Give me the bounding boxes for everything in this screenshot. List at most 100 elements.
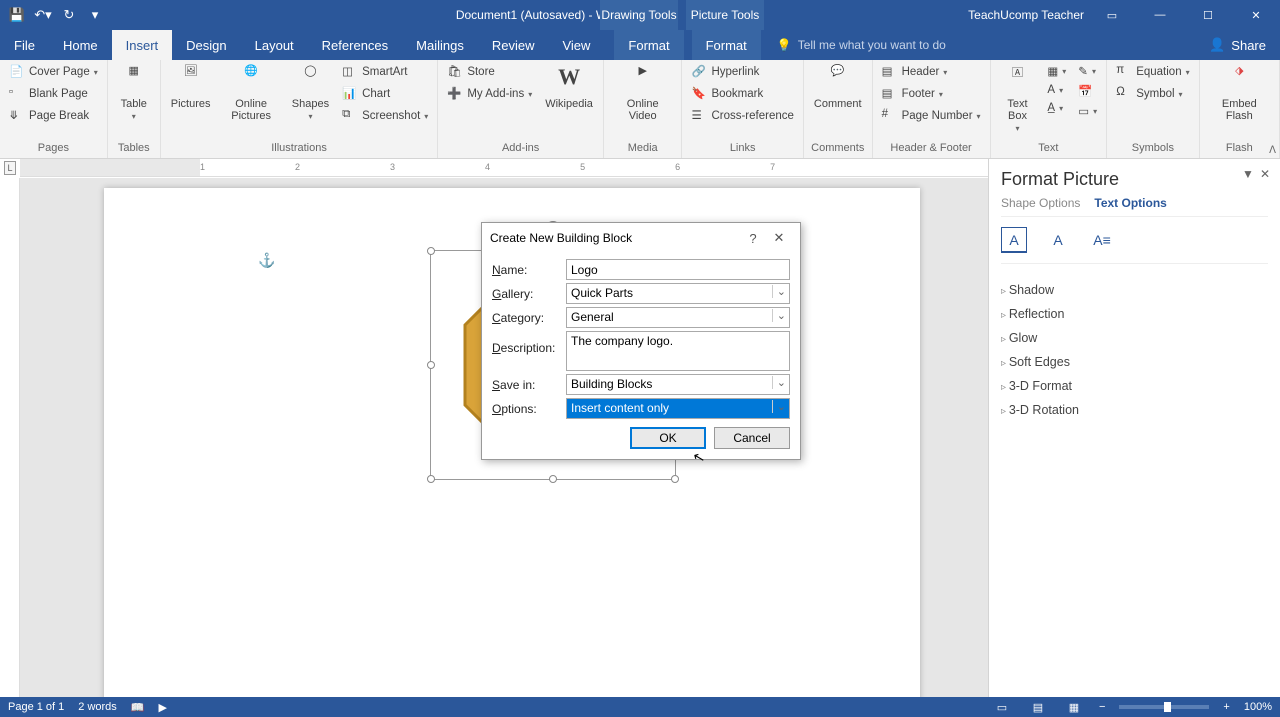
section-soft-edges[interactable]: Soft Edges: [1001, 350, 1268, 374]
shapes-button[interactable]: ◯Shapes: [288, 62, 333, 123]
group-addins-label: Add-ins: [444, 142, 597, 156]
category-label: Category:: [492, 311, 566, 325]
zoom-level[interactable]: 100%: [1244, 701, 1272, 713]
word-count[interactable]: 2 words: [78, 701, 117, 713]
smartart-button[interactable]: ◫SmartArt: [339, 62, 431, 82]
textbox-props-icon[interactable]: A≡: [1089, 227, 1115, 253]
close-icon[interactable]: ✕: [1236, 0, 1276, 30]
cancel-button[interactable]: Cancel: [714, 427, 790, 449]
tab-picture-format[interactable]: Format: [692, 30, 761, 60]
spellcheck-icon[interactable]: 📖: [131, 701, 145, 714]
tab-view[interactable]: View: [548, 30, 604, 60]
dialog-titlebar[interactable]: Create New Building Block ? ✕: [482, 223, 800, 253]
signature-icon[interactable]: ✎: [1075, 62, 1100, 80]
dropcap-icon[interactable]: A̲: [1044, 100, 1069, 116]
maximize-icon[interactable]: ☐: [1188, 0, 1228, 30]
resize-handle[interactable]: [427, 247, 435, 255]
shape-options-tab[interactable]: Shape Options: [1001, 196, 1080, 210]
page-number-button[interactable]: #Page Number: [879, 106, 984, 126]
object-icon[interactable]: ▭: [1075, 102, 1100, 120]
screenshot-button[interactable]: ⧉Screenshot: [339, 106, 431, 126]
horizontal-ruler[interactable]: 1 2 3 4 5 6 7: [20, 159, 988, 177]
pane-dropdown-icon[interactable]: ▼: [1242, 167, 1254, 181]
store-button[interactable]: 🛍Store: [444, 62, 535, 82]
tab-layout[interactable]: Layout: [241, 30, 308, 60]
resize-handle[interactable]: [427, 361, 435, 369]
chart-button[interactable]: 📊Chart: [339, 84, 431, 104]
quickparts-icon[interactable]: ▦: [1044, 62, 1069, 80]
embed-flash-button[interactable]: ⬗Embed Flash: [1206, 62, 1273, 124]
options-select[interactable]: Insert content only: [566, 398, 790, 419]
save-icon[interactable]: 💾: [4, 1, 30, 29]
tab-mailings[interactable]: Mailings: [402, 30, 478, 60]
redo-icon[interactable]: ↻: [56, 1, 82, 29]
page-indicator[interactable]: Page 1 of 1: [8, 701, 64, 713]
section-3d-format[interactable]: 3-D Format: [1001, 374, 1268, 398]
zoom-slider[interactable]: [1119, 705, 1209, 709]
table-button[interactable]: ▦Table: [114, 62, 154, 123]
description-input[interactable]: The company logo.: [566, 331, 790, 371]
cross-reference-button[interactable]: ☰Cross-reference: [688, 106, 796, 126]
undo-icon[interactable]: ↶▾: [30, 1, 56, 29]
header-button[interactable]: ▤Header: [879, 62, 951, 82]
hyperlink-button[interactable]: 🔗Hyperlink: [688, 62, 762, 82]
dialog-close-icon[interactable]: ✕: [766, 230, 792, 246]
minimize-icon[interactable]: —: [1140, 0, 1180, 30]
pane-close-icon[interactable]: ✕: [1260, 167, 1270, 181]
tab-insert[interactable]: Insert: [112, 30, 173, 60]
text-fill-icon[interactable]: A: [1001, 227, 1027, 253]
wordart-icon[interactable]: A: [1044, 82, 1069, 98]
text-options-tab[interactable]: Text Options: [1094, 196, 1166, 210]
read-mode-icon[interactable]: ▭: [991, 701, 1013, 714]
equation-button[interactable]: πEquation: [1113, 62, 1192, 82]
macro-icon[interactable]: ▶: [159, 701, 167, 714]
datetime-icon[interactable]: 📅: [1075, 82, 1100, 100]
blank-page-button[interactable]: ▫Blank Page: [6, 84, 91, 104]
tab-design[interactable]: Design: [172, 30, 240, 60]
gallery-select[interactable]: Quick Parts: [566, 283, 790, 304]
my-addins-button[interactable]: ➕My Add-ins: [444, 84, 535, 104]
print-layout-icon[interactable]: ▤: [1027, 701, 1049, 714]
share-button[interactable]: 👤Share: [1195, 30, 1280, 60]
tab-file[interactable]: File: [0, 30, 49, 60]
page-break-button[interactable]: ⤋Page Break: [6, 106, 92, 126]
ribbon-display-icon[interactable]: ▭: [1092, 0, 1132, 30]
text-effects-icon[interactable]: A: [1045, 227, 1071, 253]
footer-button[interactable]: ▤Footer: [879, 84, 946, 104]
ok-button[interactable]: OK: [630, 427, 706, 449]
resize-handle[interactable]: [427, 475, 435, 483]
section-glow[interactable]: Glow: [1001, 326, 1268, 350]
category-select[interactable]: General: [566, 307, 790, 328]
qat-more-icon[interactable]: ▾: [82, 1, 108, 29]
savein-select[interactable]: Building Blocks: [566, 374, 790, 395]
symbol-button[interactable]: ΩSymbol: [1113, 84, 1185, 104]
resize-handle[interactable]: [671, 475, 679, 483]
tab-home[interactable]: Home: [49, 30, 112, 60]
bookmark-button[interactable]: 🔖Bookmark: [688, 84, 766, 104]
section-3d-rotation[interactable]: 3-D Rotation: [1001, 398, 1268, 422]
tab-references[interactable]: References: [308, 30, 402, 60]
ruler-mark: 7: [770, 162, 775, 172]
collapse-ribbon-icon[interactable]: ᐱ: [1269, 145, 1276, 156]
name-input[interactable]: [566, 259, 790, 280]
vertical-ruler[interactable]: [0, 178, 20, 697]
resize-handle[interactable]: [549, 475, 557, 483]
cover-page-button[interactable]: 📄Cover Page: [6, 62, 101, 82]
tab-drawing-format[interactable]: Format: [614, 30, 683, 60]
tab-selector[interactable]: L: [4, 161, 16, 175]
lightbulb-icon: 💡: [777, 38, 792, 52]
dialog-help-icon[interactable]: ?: [740, 231, 766, 246]
zoom-in-icon[interactable]: +: [1223, 701, 1229, 713]
online-video-button[interactable]: ▶Online Video: [610, 62, 676, 124]
textbox-button[interactable]: 🄰Text Box: [997, 62, 1039, 135]
web-layout-icon[interactable]: ▦: [1063, 701, 1085, 714]
tab-review[interactable]: Review: [478, 30, 549, 60]
comment-button[interactable]: 💬Comment: [810, 62, 866, 112]
zoom-out-icon[interactable]: −: [1099, 701, 1105, 713]
section-reflection[interactable]: Reflection: [1001, 302, 1268, 326]
wikipedia-button[interactable]: WWikipedia: [541, 62, 597, 112]
pictures-button[interactable]: 🖼Pictures: [167, 62, 215, 112]
section-shadow[interactable]: Shadow: [1001, 278, 1268, 302]
tell-me-search[interactable]: 💡Tell me what you want to do: [761, 30, 1195, 60]
online-pictures-button[interactable]: 🌐Online Pictures: [221, 62, 282, 124]
